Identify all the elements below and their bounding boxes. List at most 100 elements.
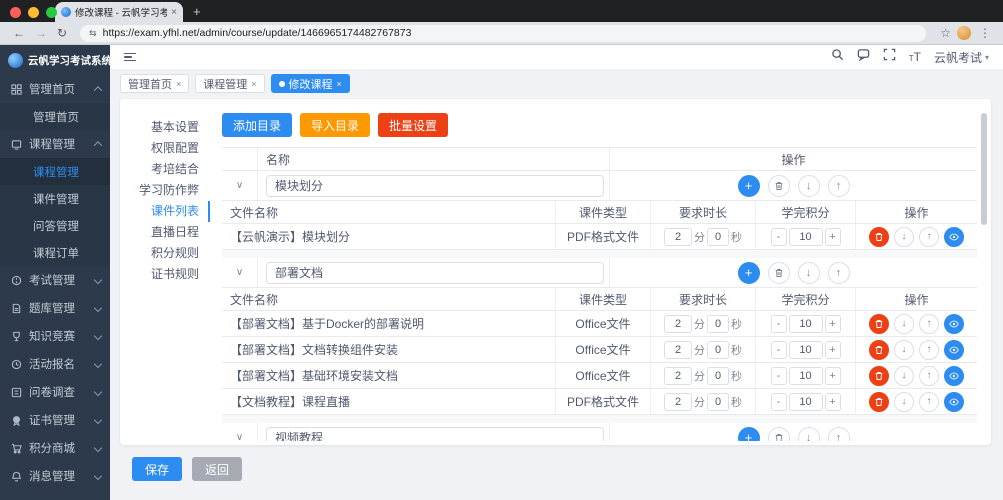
profile-avatar[interactable] bbox=[957, 26, 971, 40]
move-down-button[interactable]: ↓ bbox=[894, 340, 914, 360]
section-permission-config[interactable]: 权限配置 bbox=[134, 138, 210, 159]
minutes-input[interactable] bbox=[664, 315, 692, 333]
address-bar[interactable]: ⇆ https://exam.yfhl.net/admin/course/upd… bbox=[80, 25, 926, 42]
sidebar-item-course-orders[interactable]: 课程订单 bbox=[0, 239, 110, 266]
sidebar-item-knowledge-contest[interactable]: 知识竞赛 bbox=[0, 322, 110, 350]
seconds-input[interactable] bbox=[707, 393, 729, 411]
move-up-button[interactable]: ↑ bbox=[828, 427, 850, 442]
add-directory-button[interactable]: 添加目录 bbox=[222, 113, 292, 137]
sidebar-item-message-mgmt[interactable]: 消息管理 bbox=[0, 462, 110, 490]
preview-file-button[interactable] bbox=[944, 227, 964, 247]
preview-file-button[interactable] bbox=[944, 314, 964, 334]
collapse-icon[interactable]: ∨ bbox=[222, 171, 258, 200]
browser-tab[interactable]: 修改课程 - 云帆学习考试系统 × bbox=[55, 2, 183, 22]
directory-name-input[interactable] bbox=[266, 427, 604, 442]
site-info-icon[interactable]: ⇆ bbox=[89, 28, 97, 39]
preview-file-button[interactable] bbox=[944, 392, 964, 412]
directory-name-input[interactable] bbox=[266, 262, 604, 284]
points-input[interactable] bbox=[789, 341, 823, 359]
fullscreen-icon[interactable] bbox=[883, 48, 896, 66]
directory-name-input[interactable] bbox=[266, 175, 604, 197]
move-up-button[interactable]: ↑ bbox=[828, 175, 850, 197]
sidebar-item-exam-mgmt[interactable]: 考试管理 bbox=[0, 266, 110, 294]
move-down-button[interactable]: ↓ bbox=[798, 175, 820, 197]
points-decrease-button[interactable]: - bbox=[771, 315, 787, 333]
seconds-input[interactable] bbox=[707, 228, 729, 246]
tab-course-mgmt[interactable]: 课程管理 × bbox=[195, 74, 264, 93]
add-file-button[interactable]: + bbox=[738, 175, 760, 197]
section-live-schedule[interactable]: 直播日程 bbox=[134, 222, 210, 243]
search-icon[interactable] bbox=[831, 48, 844, 66]
move-up-button[interactable]: ↑ bbox=[919, 227, 939, 247]
sidebar-item-course-mgmt[interactable]: 课程管理 bbox=[0, 130, 110, 158]
close-icon[interactable]: × bbox=[176, 79, 181, 89]
delete-file-button[interactable] bbox=[869, 227, 889, 247]
move-down-button[interactable]: ↓ bbox=[894, 366, 914, 386]
import-directory-button[interactable]: 导入目录 bbox=[300, 113, 370, 137]
sidebar-item-survey[interactable]: 问卷调查 bbox=[0, 378, 110, 406]
points-input[interactable] bbox=[789, 393, 823, 411]
message-icon[interactable] bbox=[857, 48, 870, 66]
delete-directory-button[interactable] bbox=[768, 262, 790, 284]
seconds-input[interactable] bbox=[707, 341, 729, 359]
points-decrease-button[interactable]: - bbox=[771, 367, 787, 385]
sidebar-item-course-mgmt-sub[interactable]: 课程管理 bbox=[0, 158, 110, 185]
close-icon[interactable]: × bbox=[251, 79, 256, 89]
points-input[interactable] bbox=[789, 315, 823, 333]
minutes-input[interactable] bbox=[664, 228, 692, 246]
collapse-menu-icon[interactable] bbox=[124, 53, 136, 62]
move-up-button[interactable]: ↑ bbox=[919, 340, 939, 360]
move-up-button[interactable]: ↑ bbox=[919, 314, 939, 334]
delete-file-button[interactable] bbox=[869, 392, 889, 412]
sidebar-item-points-mall[interactable]: 积分商城 bbox=[0, 434, 110, 462]
sidebar-item-admin-home[interactable]: 管理首页 bbox=[0, 75, 110, 103]
points-increase-button[interactable]: + bbox=[825, 367, 841, 385]
section-anti-cheat[interactable]: 学习防作弊 bbox=[134, 180, 210, 201]
delete-file-button[interactable] bbox=[869, 366, 889, 386]
move-up-button[interactable]: ↑ bbox=[828, 262, 850, 284]
seconds-input[interactable] bbox=[707, 367, 729, 385]
add-file-button[interactable]: + bbox=[738, 427, 760, 442]
delete-directory-button[interactable] bbox=[768, 175, 790, 197]
bookmark-star-icon[interactable]: ☆ bbox=[940, 26, 951, 40]
points-increase-button[interactable]: + bbox=[825, 393, 841, 411]
delete-directory-button[interactable] bbox=[768, 427, 790, 442]
section-points-rules[interactable]: 积分规则 bbox=[134, 243, 210, 264]
points-increase-button[interactable]: + bbox=[825, 315, 841, 333]
reload-icon[interactable]: ↻ bbox=[57, 26, 67, 40]
minutes-input[interactable] bbox=[664, 367, 692, 385]
window-minimize-button[interactable] bbox=[28, 7, 39, 18]
move-down-button[interactable]: ↓ bbox=[798, 262, 820, 284]
scrollbar-thumb[interactable] bbox=[981, 113, 987, 225]
move-up-button[interactable]: ↑ bbox=[919, 366, 939, 386]
points-input[interactable] bbox=[789, 367, 823, 385]
close-icon[interactable]: × bbox=[337, 79, 342, 89]
back-button[interactable]: 返回 bbox=[192, 457, 242, 481]
sidebar-item-courseware-mgmt[interactable]: 课件管理 bbox=[0, 185, 110, 212]
forward-icon[interactable]: → bbox=[35, 26, 47, 40]
section-certificate-rules[interactable]: 证书规则 bbox=[134, 264, 210, 285]
section-courseware-list[interactable]: 课件列表 bbox=[134, 201, 210, 222]
move-down-button[interactable]: ↓ bbox=[798, 427, 820, 442]
new-tab-button[interactable]: + bbox=[193, 4, 201, 19]
section-basic-settings[interactable]: 基本设置 bbox=[134, 117, 210, 138]
tab-admin-home[interactable]: 管理首页 × bbox=[120, 74, 189, 93]
sidebar-item-admin-home-sub[interactable]: 管理首页 bbox=[0, 103, 110, 130]
collapse-icon[interactable]: ∨ bbox=[222, 258, 258, 287]
move-up-button[interactable]: ↑ bbox=[919, 392, 939, 412]
points-decrease-button[interactable]: - bbox=[771, 228, 787, 246]
minutes-input[interactable] bbox=[664, 341, 692, 359]
move-down-button[interactable]: ↓ bbox=[894, 227, 914, 247]
add-file-button[interactable]: + bbox=[738, 262, 760, 284]
section-training-combo[interactable]: 考培结合 bbox=[134, 159, 210, 180]
preview-file-button[interactable] bbox=[944, 366, 964, 386]
window-close-button[interactable] bbox=[10, 7, 21, 18]
seconds-input[interactable] bbox=[707, 315, 729, 333]
preview-file-button[interactable] bbox=[944, 340, 964, 360]
delete-file-button[interactable] bbox=[869, 314, 889, 334]
tab-edit-course[interactable]: 修改课程 × bbox=[271, 74, 350, 93]
batch-settings-button[interactable]: 批量设置 bbox=[378, 113, 448, 137]
points-decrease-button[interactable]: - bbox=[771, 341, 787, 359]
tab-close-icon[interactable]: × bbox=[171, 7, 177, 18]
sidebar-item-certificate-mgmt[interactable]: 证书管理 bbox=[0, 406, 110, 434]
